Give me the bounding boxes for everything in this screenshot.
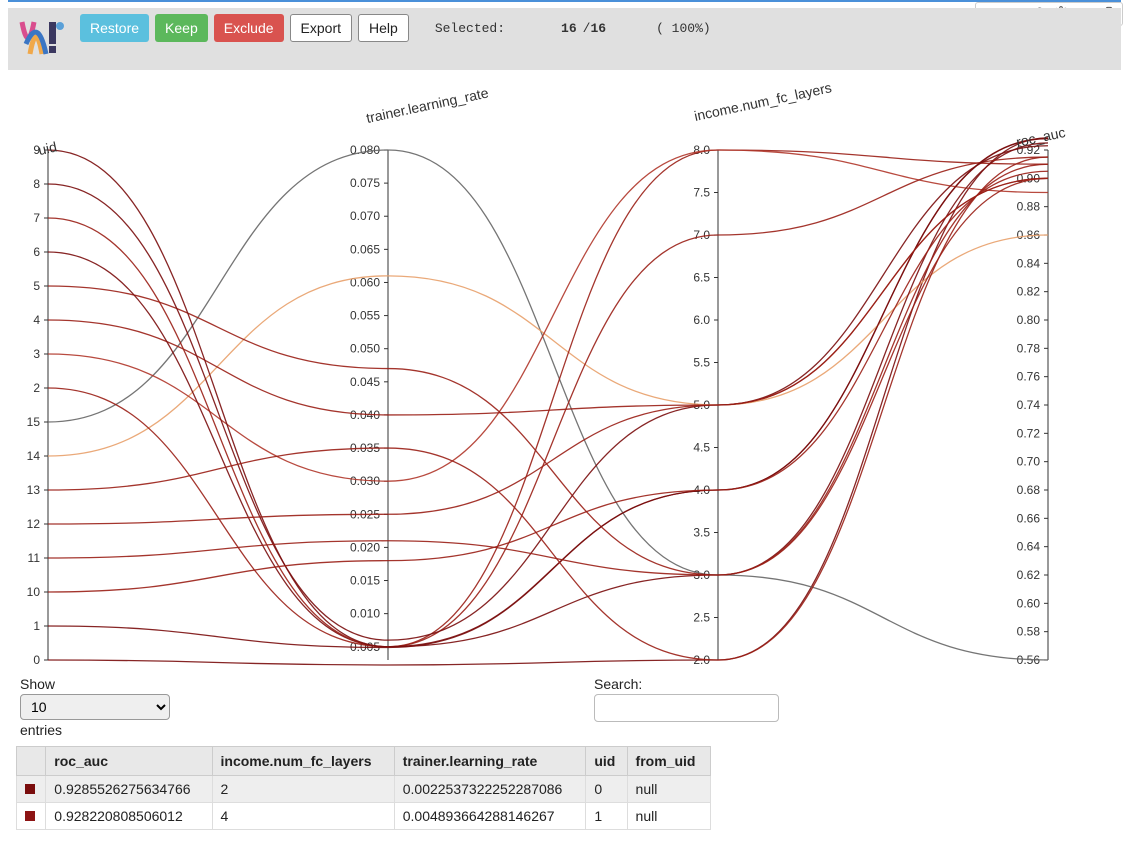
svg-text:7: 7 <box>33 211 40 225</box>
table-cell: 2 <box>212 776 394 803</box>
show-label: Show <box>20 676 170 692</box>
svg-text:5: 5 <box>33 279 40 293</box>
table-cell: 0.0022537322252287086 <box>394 776 586 803</box>
svg-text:10: 10 <box>27 585 41 599</box>
parallel-line[interactable] <box>48 138 1048 647</box>
search-label: Search: <box>594 676 779 692</box>
svg-text:0.015: 0.015 <box>350 574 380 588</box>
parallel-line[interactable] <box>48 178 1048 575</box>
parallel-line[interactable] <box>48 146 1048 640</box>
svg-text:0.70: 0.70 <box>1017 455 1041 469</box>
search-input[interactable] <box>594 694 779 722</box>
hiplot-logo-icon <box>16 14 68 62</box>
svg-text:0.62: 0.62 <box>1017 568 1041 582</box>
svg-text:6.0: 6.0 <box>693 313 710 327</box>
entries-select[interactable]: 10 <box>20 694 170 720</box>
svg-text:0.88: 0.88 <box>1017 200 1041 214</box>
svg-text:3.5: 3.5 <box>693 526 710 540</box>
svg-text:0.72: 0.72 <box>1017 426 1041 440</box>
help-button[interactable]: Help <box>358 14 409 42</box>
keep-button[interactable]: Keep <box>155 14 208 42</box>
svg-text:0.58: 0.58 <box>1017 625 1041 639</box>
selected-count: 16 <box>555 21 583 36</box>
selected-pct: ( 100%) <box>606 21 711 36</box>
data-table-section: Show 10 entries Search: roc_aucincome.nu… <box>8 672 1121 830</box>
restore-button[interactable]: Restore <box>80 14 149 42</box>
svg-text:0: 0 <box>33 653 40 667</box>
svg-text:0.045: 0.045 <box>350 375 380 389</box>
selected-total: 16 <box>590 21 606 36</box>
svg-text:8: 8 <box>33 177 40 191</box>
table-row[interactable]: 0.92822080850601240.0048936642881462671n… <box>17 803 711 830</box>
svg-text:7.5: 7.5 <box>693 186 710 200</box>
data-table: roc_aucincome.num_fc_layerstrainer.learn… <box>16 746 711 830</box>
svg-text:11: 11 <box>28 551 41 565</box>
svg-text:0.050: 0.050 <box>350 342 380 356</box>
svg-text:0.055: 0.055 <box>350 309 380 323</box>
table-header[interactable]: trainer.learning_rate <box>394 747 586 776</box>
svg-text:0.66: 0.66 <box>1017 511 1041 525</box>
svg-text:1: 1 <box>33 619 40 633</box>
svg-text:4: 4 <box>33 313 40 327</box>
table-cell: 1 <box>586 803 627 830</box>
table-cell: 4 <box>212 803 394 830</box>
exclude-button[interactable]: Exclude <box>214 14 284 42</box>
table-header[interactable]: income.num_fc_layers <box>212 747 394 776</box>
svg-text:0.80: 0.80 <box>1017 313 1041 327</box>
svg-text:0.68: 0.68 <box>1017 483 1041 497</box>
table-cell: 0 <box>586 776 627 803</box>
selection-status: Selected: 16 / 16 ( 100%) <box>435 14 711 42</box>
parallel-line[interactable] <box>48 139 1048 647</box>
parallel-line[interactable] <box>48 178 1048 415</box>
svg-text:6: 6 <box>33 245 40 259</box>
table-header[interactable] <box>17 747 46 776</box>
svg-text:0.76: 0.76 <box>1017 370 1041 384</box>
parallel-line[interactable] <box>48 138 1048 665</box>
svg-text:4.5: 4.5 <box>693 441 710 455</box>
svg-text:0.78: 0.78 <box>1017 341 1041 355</box>
parallel-line[interactable] <box>48 235 1048 456</box>
svg-text:0.065: 0.065 <box>350 242 380 256</box>
svg-text:3: 3 <box>33 347 40 361</box>
entries-label: entries <box>20 722 170 738</box>
export-button[interactable]: Export <box>290 14 352 42</box>
table-cell: 0.004893664288146267 <box>394 803 586 830</box>
svg-text:0.075: 0.075 <box>350 176 380 190</box>
table-cell: 0.928220808506012 <box>46 803 212 830</box>
svg-text:0.74: 0.74 <box>1017 398 1041 412</box>
parallel-line[interactable] <box>48 150 1048 481</box>
svg-text:0.64: 0.64 <box>1017 540 1041 554</box>
svg-text:2: 2 <box>33 381 40 395</box>
parallel-line[interactable] <box>48 157 1048 660</box>
parallel-line[interactable] <box>48 143 1048 647</box>
table-cell: null <box>627 803 710 830</box>
table-cell <box>17 776 46 803</box>
hiplot-toolbar: Restore Keep Exclude Export Help Selecte… <box>8 8 1121 70</box>
selected-label: Selected: <box>435 21 555 36</box>
svg-text:0.82: 0.82 <box>1017 285 1041 299</box>
svg-text:0.010: 0.010 <box>350 607 380 621</box>
table-cell <box>17 803 46 830</box>
svg-text:5.5: 5.5 <box>693 356 710 370</box>
svg-text:14: 14 <box>27 449 41 463</box>
parallel-plot-svg[interactable]: 98765432151413121110100.0050.0100.0150.0… <box>8 78 1118 668</box>
table-row[interactable]: 0.928552627563476620.0022537322252287086… <box>17 776 711 803</box>
parallel-line[interactable] <box>48 164 1048 575</box>
svg-text:12: 12 <box>27 517 41 531</box>
table-header[interactable]: roc_auc <box>46 747 212 776</box>
table-cell: null <box>627 776 710 803</box>
svg-text:13: 13 <box>27 483 41 497</box>
svg-text:15: 15 <box>27 415 41 429</box>
svg-text:0.60: 0.60 <box>1017 596 1041 610</box>
parallel-coordinates-plot[interactable]: uid trainer.learning_rate income.num_fc_… <box>8 78 1121 668</box>
svg-text:0.070: 0.070 <box>350 209 380 223</box>
svg-text:2.5: 2.5 <box>693 611 710 625</box>
svg-text:6.5: 6.5 <box>693 271 710 285</box>
table-header[interactable]: from_uid <box>627 747 710 776</box>
table-header[interactable]: uid <box>586 747 627 776</box>
table-cell: 0.9285526275634766 <box>46 776 212 803</box>
svg-text:0.020: 0.020 <box>350 540 380 554</box>
svg-text:0.84: 0.84 <box>1017 256 1041 270</box>
